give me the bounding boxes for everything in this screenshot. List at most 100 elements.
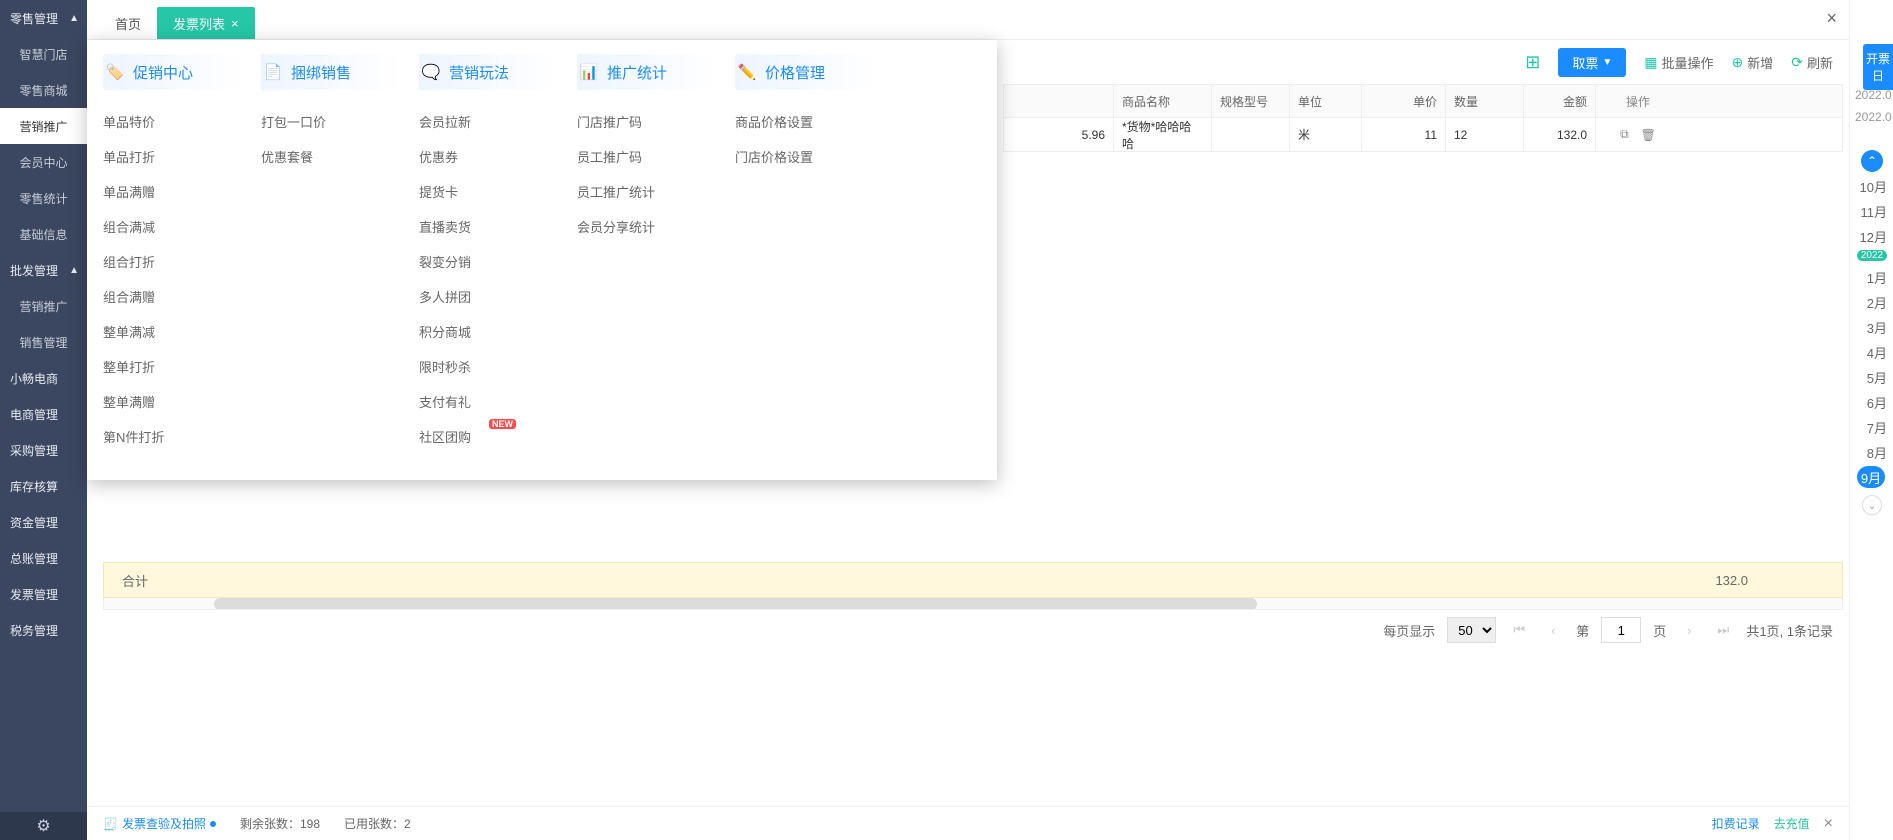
sidebar-item-retail-mall[interactable]: 零售商城	[0, 72, 87, 108]
menu-order-discount[interactable]: 整单打折	[103, 349, 261, 384]
menu-staff-stats[interactable]: 员工推广统计	[577, 174, 735, 209]
month-12[interactable]: 12月	[1851, 225, 1893, 247]
sidebar-item-inventory[interactable]: 库存核算	[0, 468, 87, 504]
topup-link[interactable]: 去充值	[1774, 815, 1810, 832]
menu-member-share[interactable]: 会员分享统计	[577, 209, 735, 244]
menu-goods-price[interactable]: 商品价格设置	[735, 104, 893, 139]
menu-community-buy[interactable]: 社区团购 NEW	[419, 419, 577, 454]
menu-member-invite[interactable]: 会员拉新	[419, 104, 577, 139]
sidebar-item-smart-store[interactable]: 智慧门店	[0, 36, 87, 72]
table-row[interactable]: 5.96 *货物*哈哈哈哈 米 11 12 132.0 ⧉ 🗑	[1003, 118, 1843, 152]
caret-up-icon: ▲	[69, 13, 79, 24]
menu-pickup-card[interactable]: 提货卡	[419, 174, 577, 209]
table-header: 商品名称 规格型号 单位 单价 数量 金额 操作	[1003, 84, 1843, 118]
menu-nth-discount[interactable]: 第N件打折	[103, 419, 261, 454]
close-all-tabs[interactable]: ×	[1826, 8, 1837, 29]
sidebar-item-tax[interactable]: 税务管理	[0, 612, 87, 648]
menu-order-reduce[interactable]: 整单满减	[103, 314, 261, 349]
sidebar-settings[interactable]: ⚙	[0, 812, 87, 840]
menu-combo-discount[interactable]: 组合打折	[103, 244, 261, 279]
tab-home[interactable]: 首页	[99, 7, 157, 39]
per-page-select[interactable]: 50	[1447, 617, 1496, 643]
rail-date-2[interactable]: 2022.0	[1851, 106, 1893, 128]
menu-pay-gift[interactable]: 支付有礼	[419, 384, 577, 419]
delete-icon[interactable]: 🗑	[1641, 128, 1656, 142]
take-invoice-button[interactable]: 取票 ▼	[1558, 48, 1626, 77]
menu-staff-qr[interactable]: 员工推广码	[577, 139, 735, 174]
sidebar-nav: 零售管理 ▲ 智慧门店 零售商城 营销推广 会员中心 零售统计 基础信息 批发管…	[0, 0, 87, 840]
menu-store-qr[interactable]: 门店推广码	[577, 104, 735, 139]
mega-header-promotion: 🏷️ 促销中心	[103, 54, 245, 90]
col-price: 单价	[1362, 85, 1446, 117]
cell-price: 11	[1362, 118, 1446, 151]
sidebar-item-ledger[interactable]: 总账管理	[0, 540, 87, 576]
month-6[interactable]: 6月	[1851, 391, 1893, 413]
page-next-icon[interactable]: ›	[1678, 619, 1700, 641]
month-7[interactable]: 7月	[1851, 416, 1893, 438]
sidebar-item-invoice[interactable]: 发票管理	[0, 576, 87, 612]
sidebar-item-marketing[interactable]: 营销推广	[0, 108, 87, 144]
sidebar-group-wholesale[interactable]: 批发管理 ▲	[0, 252, 87, 288]
rail-date-1[interactable]: 2022.0	[1851, 84, 1893, 106]
page-last-icon[interactable]: ⏭	[1712, 619, 1734, 641]
menu-combo-reduce[interactable]: 组合满减	[103, 209, 261, 244]
menu-flash-sale[interactable]: 限时秒杀	[419, 349, 577, 384]
sidebar-item-purchase[interactable]: 采购管理	[0, 432, 87, 468]
month-10[interactable]: 10月	[1851, 175, 1893, 197]
menu-order-gift[interactable]: 整单满赠	[103, 384, 261, 419]
sidebar-item-marketing-ws[interactable]: 营销推广	[0, 288, 87, 324]
menu-points-mall[interactable]: 积分商城	[419, 314, 577, 349]
month-11[interactable]: 11月	[1851, 200, 1893, 222]
menu-live-sale[interactable]: 直播卖货	[419, 209, 577, 244]
add-button[interactable]: ⊕ 新增	[1732, 53, 1774, 72]
menu-single-discount[interactable]: 单品打折	[103, 139, 261, 174]
mega-header-play: 🗨️ 营销玩法	[419, 54, 561, 90]
sidebar-item-xiaochang[interactable]: 小畅电商	[0, 360, 87, 396]
right-rail: 开票日 2022.0 2022.0 ⌃ 10月 11月 12月 2022 1月 …	[1849, 0, 1893, 840]
sidebar-item-basic-info[interactable]: 基础信息	[0, 216, 87, 252]
month-8[interactable]: 8月	[1851, 441, 1893, 463]
page-first-icon[interactable]: ⏮	[1508, 619, 1530, 641]
page-prev-icon[interactable]: ‹	[1542, 619, 1564, 641]
cell-qty: 12	[1446, 118, 1524, 151]
sidebar-item-funds[interactable]: 资金管理	[0, 504, 87, 540]
month-5[interactable]: 5月	[1851, 366, 1893, 388]
menu-group-buy[interactable]: 多人拼团	[419, 279, 577, 314]
pagination: 每页显示 50 ⏮ ‹ 第 页 › ⏭ 共1页, 1条记录	[103, 610, 1843, 650]
sidebar-item-sales-mgmt[interactable]: 销售管理	[0, 324, 87, 360]
file-icon: 📄	[261, 60, 285, 84]
menu-single-gift[interactable]: 单品满赠	[103, 174, 261, 209]
month-9[interactable]: 9月	[1857, 466, 1885, 488]
scrollbar-thumb[interactable]	[214, 598, 1257, 610]
menu-fission[interactable]: 裂变分销	[419, 244, 577, 279]
tab-invoice-list[interactable]: 发票列表 ×	[157, 7, 255, 39]
menu-pack-price[interactable]: 打包一口价	[261, 104, 419, 139]
menu-combo-gift[interactable]: 组合满赠	[103, 279, 261, 314]
sidebar-item-retail-stats[interactable]: 零售统计	[0, 180, 87, 216]
sidebar-item-member-center[interactable]: 会员中心	[0, 144, 87, 180]
scroll-up-icon[interactable]: ⌃	[1861, 150, 1883, 172]
sidebar-group-retail[interactable]: 零售管理 ▲	[0, 0, 87, 36]
edit-icon[interactable]: ⧉	[1620, 127, 1629, 142]
invoice-check-link[interactable]: 🧾 发票查验及拍照	[103, 815, 216, 832]
close-icon[interactable]: ×	[1824, 815, 1833, 833]
menu-single-special[interactable]: 单品特价	[103, 104, 261, 139]
month-1[interactable]: 1月	[1851, 266, 1893, 288]
month-2[interactable]: 2月	[1851, 291, 1893, 313]
refresh-button[interactable]: ⟳ 刷新	[1791, 53, 1833, 72]
menu-combo-deal[interactable]: 优惠套餐	[261, 139, 419, 174]
close-icon[interactable]: ×	[231, 16, 239, 31]
qr-scan-icon[interactable]: ⊞	[1525, 52, 1540, 73]
h-scrollbar[interactable]	[103, 598, 1843, 610]
deduct-link[interactable]: 扣费记录	[1712, 815, 1760, 832]
sidebar-item-ecommerce[interactable]: 电商管理	[0, 396, 87, 432]
month-4[interactable]: 4月	[1851, 341, 1893, 363]
batch-button[interactable]: ▦ 批量操作	[1644, 53, 1713, 72]
mega-header-bundle: 📄 捆绑销售	[261, 54, 403, 90]
month-3[interactable]: 3月	[1851, 316, 1893, 338]
scroll-down-icon[interactable]: ⌄	[1862, 495, 1882, 515]
menu-coupon[interactable]: 优惠券	[419, 139, 577, 174]
plus-circle-icon: ⊕	[1732, 54, 1744, 71]
menu-store-price[interactable]: 门店价格设置	[735, 139, 893, 174]
page-input[interactable]	[1601, 617, 1641, 643]
